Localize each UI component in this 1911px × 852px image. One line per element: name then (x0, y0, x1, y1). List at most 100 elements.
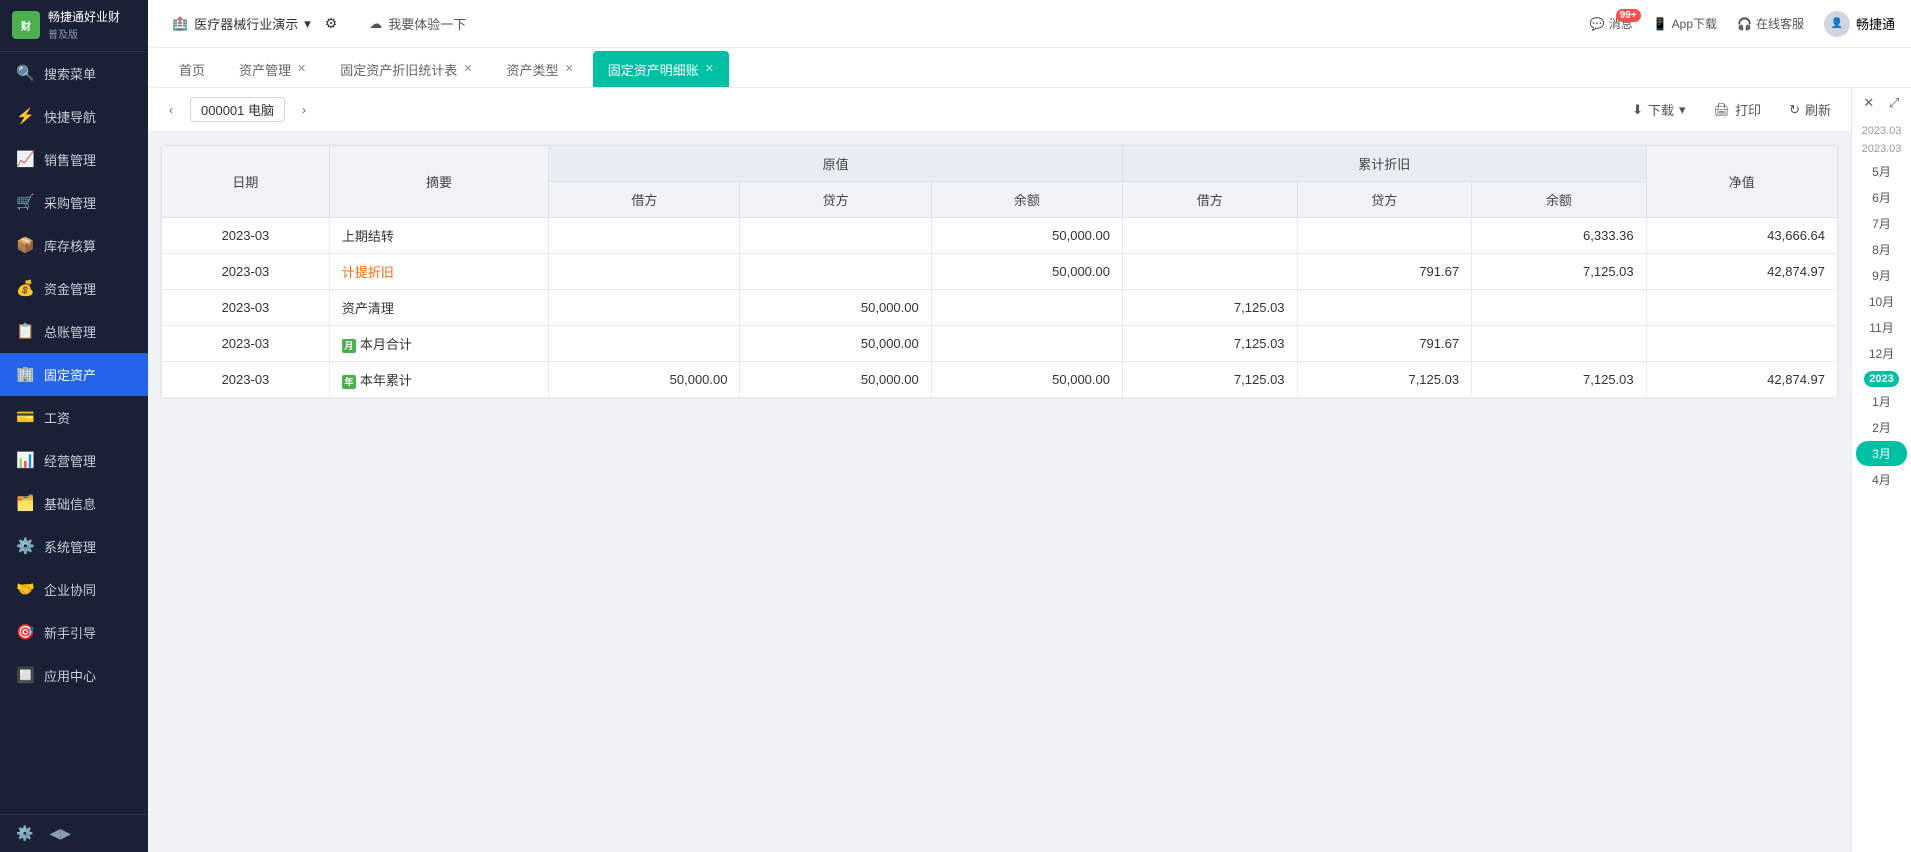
td-summary: 资产清理 (329, 290, 548, 326)
collapse-icon[interactable]: ◀▶ (49, 825, 71, 842)
print-btn[interactable]: 🖨 打印 (1706, 96, 1770, 123)
sidebar-item-system[interactable]: ⚙️ 系统管理 (0, 525, 148, 568)
sidebar-item-purchase[interactable]: 🛒 采购管理 (0, 181, 148, 224)
timeline-controls: ✕ ⤢ (1852, 88, 1911, 118)
td-date: 2023-03 (162, 218, 330, 254)
company-selector[interactable]: 🏥 医疗器械行业演示 ▾ ⚙ (164, 10, 345, 37)
sidebar-item-fixed-assets[interactable]: 🏢 固定资产 (0, 353, 148, 396)
company-dropdown-icon: ▾ (304, 16, 311, 32)
sidebar-item-collaboration[interactable]: 🤝 企业协同 (0, 568, 148, 611)
td-dep-debit: 7,125.03 (1122, 326, 1297, 362)
tab-depreciation-stats[interactable]: 固定资产折旧统计表 ✕ (325, 51, 487, 87)
tab-label: 资产类型 (506, 60, 558, 79)
tab-asset-type[interactable]: 资产类型 ✕ (491, 51, 588, 87)
download-dropdown-icon: ▾ (1679, 102, 1686, 118)
tab-close-btn[interactable]: ✕ (705, 64, 714, 75)
td-net-value: 42,874.97 (1646, 254, 1837, 290)
tab-label: 资产管理 (239, 60, 291, 79)
timeline-scroll[interactable]: 2023.032023.035月6月7月8月9月10月11月12月20231月2… (1852, 118, 1911, 852)
settings-icon[interactable]: ⚙️ (16, 825, 33, 842)
tab-asset-detail-ledger[interactable]: 固定资产明细账 ✕ (593, 51, 729, 87)
td-date: 2023-03 (162, 254, 330, 290)
sidebar-item-inventory[interactable]: 📦 库存核算 (0, 224, 148, 267)
print-label: 打印 (1735, 100, 1761, 119)
th-date: 日期 (162, 146, 330, 218)
timeline-month-item[interactable]: 7月 (1856, 211, 1907, 236)
sidebar-item-sales[interactable]: 📈 销售管理 (0, 138, 148, 181)
td-orig-credit (740, 218, 931, 254)
toolbar-actions: ⬇ 下载 ▾ 🖨 打印 ↻ 刷新 (1624, 96, 1839, 123)
asset-code: 000001 电脑 (190, 97, 285, 122)
sidebar-item-finance[interactable]: 💰 资金管理 (0, 267, 148, 310)
tab-close-btn[interactable]: ✕ (565, 64, 574, 75)
sidebar-item-search[interactable]: 🔍 搜索菜单 (0, 52, 148, 95)
online-service-btn[interactable]: 🎧 在线客服 (1737, 15, 1804, 32)
sidebar-item-management[interactable]: 📊 经营管理 (0, 439, 148, 482)
sidebar-item-quick-nav[interactable]: ⚡ 快捷导航 (0, 95, 148, 138)
td-dep-debit: 7,125.03 (1122, 362, 1297, 398)
td-summary: 上期结转 (329, 218, 548, 254)
tab-home[interactable]: 首页 (164, 51, 220, 87)
timeline-month-item[interactable]: 4月 (1856, 467, 1907, 492)
td-orig-debit (549, 290, 740, 326)
refresh-icon: ↻ (1789, 102, 1800, 118)
print-icon: 🖨 (1714, 102, 1731, 118)
timeline-month-item[interactable]: 12月 (1856, 341, 1907, 366)
app-download-btn[interactable]: 📱 App下载 (1653, 15, 1717, 32)
th-orig-debit: 借方 (549, 182, 740, 218)
sidebar-item-label: 库存核算 (44, 236, 96, 255)
tab-close-btn[interactable]: ✕ (463, 64, 472, 75)
sidebar-item-guide[interactable]: 🎯 新手引导 (0, 611, 148, 654)
user-profile[interactable]: 👤 畅捷通 (1824, 11, 1895, 37)
sidebar-item-app-center[interactable]: 🔲 应用中心 (0, 654, 148, 697)
collaboration-icon: 🤝 (16, 580, 34, 598)
purchase-icon: 🛒 (16, 193, 34, 211)
download-btn[interactable]: ⬇ 下载 ▾ (1624, 96, 1693, 123)
message-btn[interactable]: 💬 消息 99+ (1590, 15, 1633, 32)
management-icon: 📊 (16, 451, 34, 469)
company-icon: 🏥 (172, 16, 188, 32)
timeline-month-item[interactable]: 3月 (1856, 441, 1907, 466)
refresh-btn[interactable]: ↻ 刷新 (1781, 96, 1839, 123)
page-content: ‹ 000001 电脑 › ⬇ 下载 ▾ 🖨 打印 ↻ (148, 88, 1911, 852)
timeline-month-item[interactable]: 1月 (1856, 389, 1907, 414)
timeline-close-btn[interactable]: ✕ (1858, 92, 1880, 114)
timeline-month-item[interactable]: 9月 (1856, 263, 1907, 288)
td-orig-credit: 50,000.00 (740, 362, 931, 398)
guide-icon: 🎯 (16, 623, 34, 641)
td-dep-credit: 791.67 (1297, 254, 1472, 290)
td-date: 2023-03 (162, 326, 330, 362)
tab-close-btn[interactable]: ✕ (297, 64, 306, 75)
tab-asset-management[interactable]: 资产管理 ✕ (224, 51, 321, 87)
app-center-icon: 🔲 (16, 666, 34, 684)
timeline-month-item[interactable]: 5月 (1856, 159, 1907, 184)
th-dep-balance: 余额 (1472, 182, 1647, 218)
sidebar-logo: 财 畅捷通好业财 普及版 (0, 0, 148, 52)
timeline-month-item[interactable]: 10月 (1856, 289, 1907, 314)
td-summary: 计提折旧 (329, 254, 548, 290)
td-net-value (1646, 290, 1837, 326)
experience-btn[interactable]: ☁ 我要体验一下 (369, 14, 466, 33)
timeline-month-item[interactable]: 11月 (1856, 315, 1907, 340)
td-net-value: 42,874.97 (1646, 362, 1837, 398)
sidebar-nav: 🔍 搜索菜单 ⚡ 快捷导航 📈 销售管理 🛒 采购管理 📦 库存核算 💰 资金管… (0, 52, 148, 814)
sidebar-item-ledger[interactable]: 📋 总账管理 (0, 310, 148, 353)
next-asset-btn[interactable]: › (293, 99, 315, 121)
topbar: 🏥 医疗器械行业演示 ▾ ⚙ ☁ 我要体验一下 💬 消息 99+ 📱 App下载… (148, 0, 1911, 48)
td-dep-debit (1122, 254, 1297, 290)
quick-nav-icon: ⚡ (16, 107, 34, 125)
prev-asset-btn[interactable]: ‹ (160, 99, 182, 121)
sidebar-item-basic-info[interactable]: 🗂️ 基础信息 (0, 482, 148, 525)
year-badge[interactable]: 2023 (1864, 371, 1898, 387)
timeline-expand-btn[interactable]: ⤢ (1883, 92, 1905, 114)
timeline-month-item[interactable]: 2月 (1856, 415, 1907, 440)
th-summary: 摘要 (329, 146, 548, 218)
payroll-icon: 💳 (16, 408, 34, 426)
timeline-year-label: 2023.03 (1852, 122, 1911, 140)
sidebar-item-payroll[interactable]: 💳 工资 (0, 396, 148, 439)
td-summary: 月本月合计 (329, 326, 548, 362)
timeline-month-item[interactable]: 8月 (1856, 237, 1907, 262)
settings-gear-icon[interactable]: ⚙ (325, 15, 338, 32)
th-dep-debit: 借方 (1122, 182, 1297, 218)
timeline-month-item[interactable]: 6月 (1856, 185, 1907, 210)
